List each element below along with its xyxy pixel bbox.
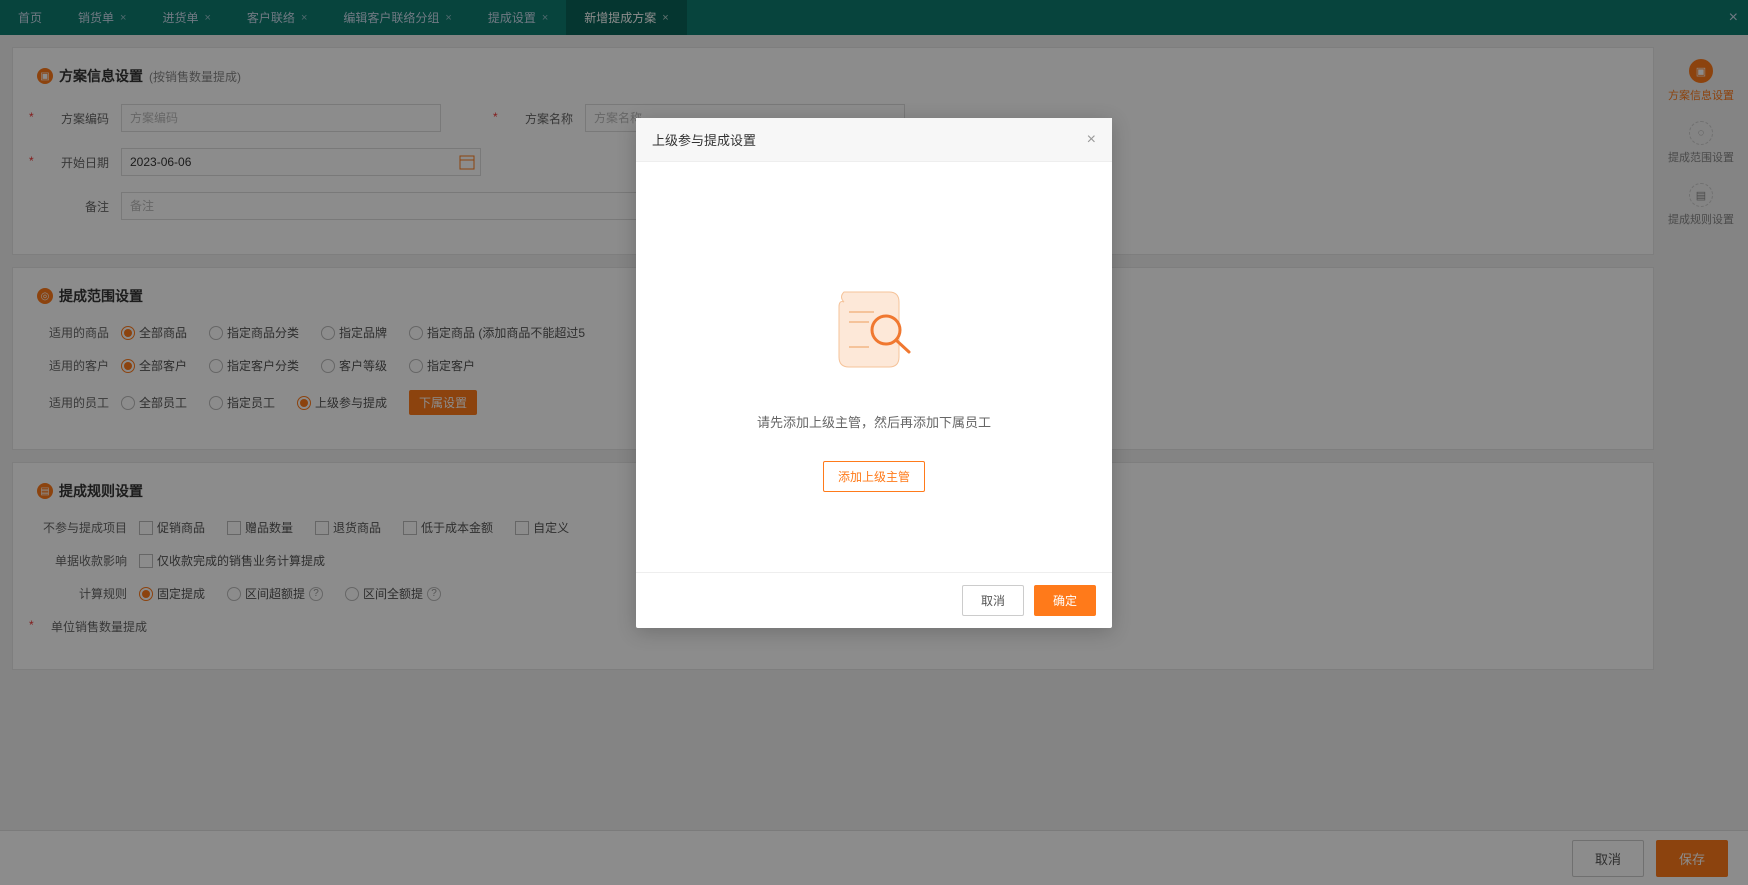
empty-text: 请先添加上级主管，然后再添加下属员工 xyxy=(757,412,991,431)
modal-title: 上级参与提成设置 xyxy=(652,130,756,149)
modal-cancel-button[interactable]: 取消 xyxy=(962,585,1024,616)
modal-superior-settings: 上级参与提成设置 × 请先添加上级主管，然后再添加下属员工 添加上级主管 取消 … xyxy=(636,118,1112,628)
empty-illustration xyxy=(814,282,934,382)
modal-header: 上级参与提成设置 × xyxy=(636,118,1112,162)
btn-add-superior[interactable]: 添加上级主管 xyxy=(823,461,925,492)
modal-footer: 取消 确定 xyxy=(636,572,1112,628)
modal-body: 请先添加上级主管，然后再添加下属员工 添加上级主管 xyxy=(636,162,1112,572)
modal-close-icon[interactable]: × xyxy=(1087,131,1096,149)
modal-ok-button[interactable]: 确定 xyxy=(1034,585,1096,616)
modal-overlay: 上级参与提成设置 × 请先添加上级主管，然后再添加下属员工 添加上级主管 取消 … xyxy=(0,0,1748,885)
